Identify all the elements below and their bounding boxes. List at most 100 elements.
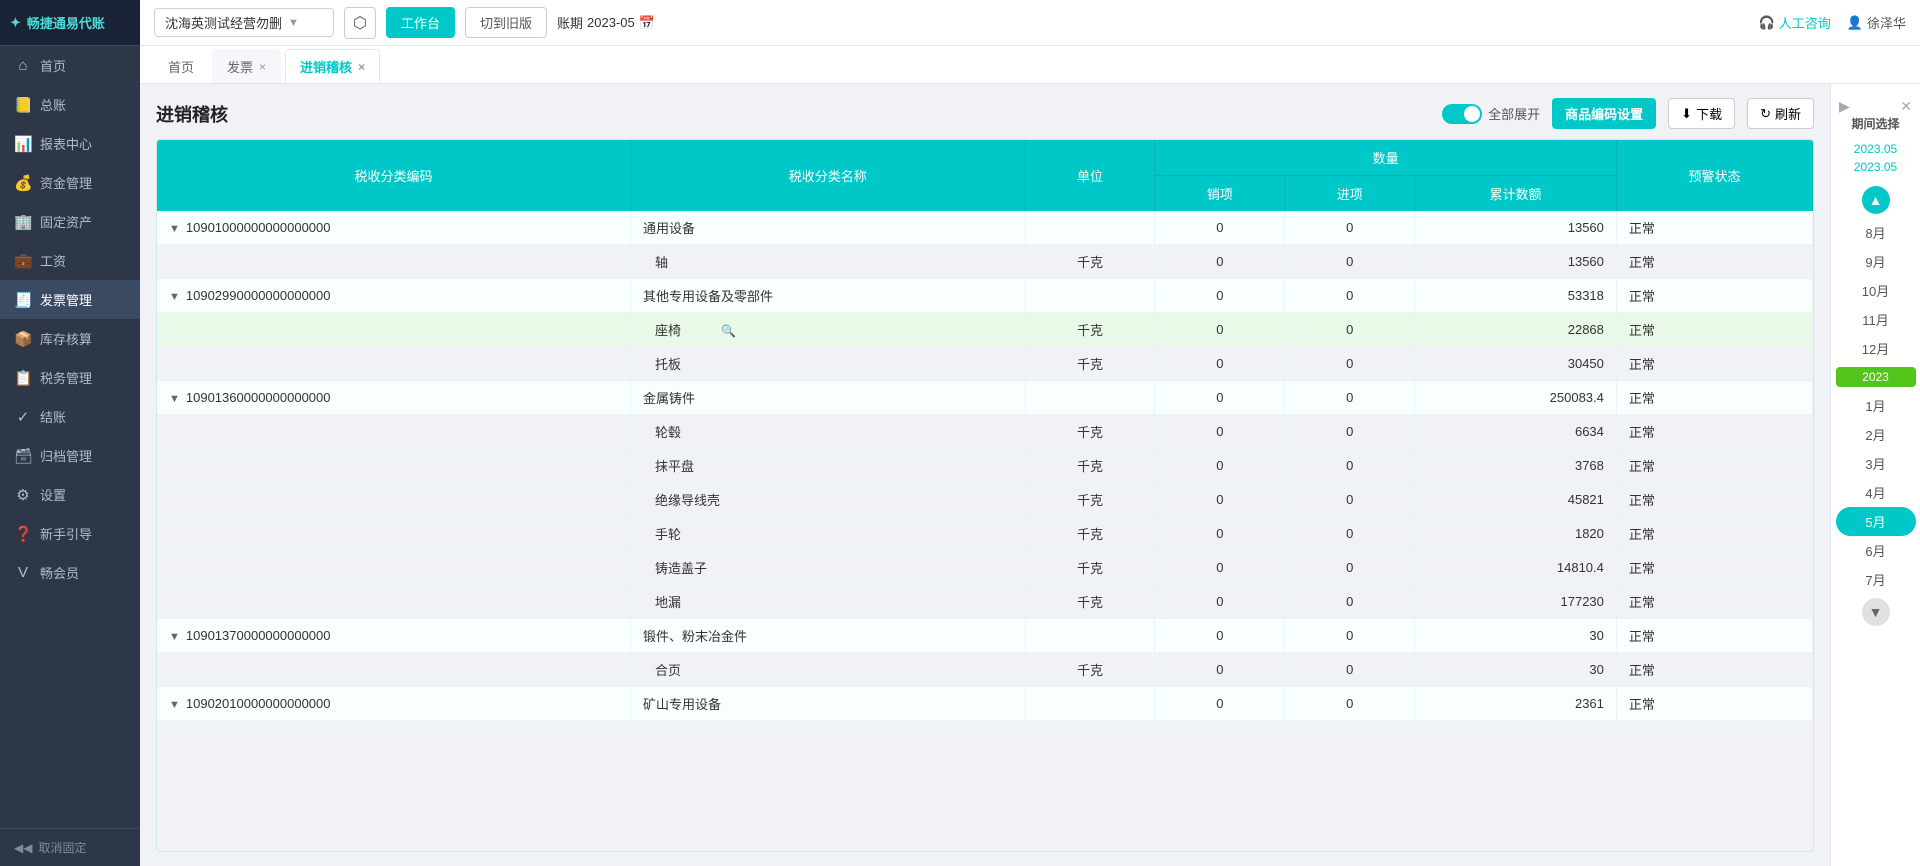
month-item[interactable]: 7月 (1836, 565, 1916, 594)
cell-status: 正常 (1616, 415, 1812, 449)
sidebar-item-salary[interactable]: 💼工资 (0, 241, 140, 280)
invoice-tab-close-icon[interactable]: × (259, 60, 266, 74)
sidebar-item-funds[interactable]: 💰资金管理 (0, 163, 140, 202)
sidebar-settlement-label: 结账 (40, 407, 66, 426)
cell-purchase: 0 (1285, 551, 1415, 585)
month-item[interactable]: 1月 (1836, 391, 1916, 420)
sidebar-item-member[interactable]: V 畅会员 (0, 553, 140, 592)
cell-purchase: 0 (1285, 415, 1415, 449)
cell-purchase: 0 (1285, 279, 1415, 313)
panel-collapse-icon[interactable]: ▶ (1839, 98, 1850, 115)
sidebar-item-ledger[interactable]: 📒总账 (0, 85, 140, 124)
scroll-up-button[interactable]: ▲ (1862, 186, 1890, 214)
tab-invoice[interactable]: 发票 × (212, 49, 281, 83)
cell-code (157, 347, 631, 381)
table-row: ▼10901370000000000000 锻件、粉末冶金件 0 0 30 正常 (157, 619, 1813, 653)
customer-service-button[interactable]: 🎧 人工咨询 (1759, 13, 1831, 32)
tab-reconcile[interactable]: 进销稽核 × (285, 49, 380, 83)
tab-home[interactable]: 首页 (154, 50, 208, 83)
cell-sales: 0 (1155, 585, 1285, 619)
cell-sales: 0 (1155, 517, 1285, 551)
sidebar-item-archive[interactable]: 🗃归档管理 (0, 436, 140, 475)
month-item[interactable]: 9月 (1836, 247, 1916, 276)
sidebar-item-home[interactable]: ⌂首页 (0, 46, 140, 85)
month-item[interactable]: 8月 (1836, 218, 1916, 247)
workbench-button[interactable]: 工作台 (386, 7, 455, 38)
cell-code (157, 653, 631, 687)
sidebar-item-settings[interactable]: ⚙设置 (0, 475, 140, 514)
cell-total: 30 (1415, 619, 1617, 653)
cell-unit: 千克 (1025, 483, 1155, 517)
reconcile-tab-close-icon[interactable]: × (358, 60, 365, 74)
refresh-button[interactable]: ↻ 刷新 (1747, 98, 1814, 129)
data-table-wrap: 税收分类编码 税收分类名称 单位 数量 预警状态 销项 进项 累计数额 (156, 139, 1814, 852)
month-item[interactable]: 2月 (1836, 420, 1916, 449)
cell-unit: 千克 (1025, 415, 1155, 449)
sidebar-settings-icon: ⚙ (14, 486, 32, 504)
cell-unit: 千克 (1025, 313, 1155, 347)
year-2023-group: 1月2月3月4月5月6月7月 (1831, 391, 1920, 594)
company-selector[interactable]: 沈海英测试经营勿删 ▼ (154, 8, 334, 37)
sidebar-item-guide[interactable]: ❓新手引导 (0, 514, 140, 553)
table-row: ▼10901360000000000000 金属铸件 0 0 250083.4 … (157, 381, 1813, 415)
sidebar-item-invoice[interactable]: 🧾 发票管理 (0, 280, 140, 319)
cell-total: 30450 (1415, 347, 1617, 381)
panel-close-icon[interactable]: ✕ (1900, 98, 1912, 115)
page-header: 进销稽核 全部展开 商品编码设置 ⬇ 下载 ↻ 刷新 (156, 98, 1814, 129)
month-item[interactable]: 12月 (1836, 334, 1916, 363)
period-label: 账期 (557, 13, 583, 32)
period-selector[interactable]: 账期 2023-05 📅 (557, 13, 655, 32)
year-2022-group: 8月9月10月11月12月 (1831, 218, 1920, 363)
cell-purchase: 0 (1285, 381, 1415, 415)
product-code-settings-button[interactable]: 商品编码设置 (1552, 98, 1656, 129)
cell-name: 座椅🔍 (631, 313, 1026, 347)
sidebar-item-reports[interactable]: 📊报表中心 (0, 124, 140, 163)
month-item[interactable]: 10月 (1836, 276, 1916, 305)
cell-unit: 千克 (1025, 517, 1155, 551)
sidebar-invoice-icon: 🧾 (14, 291, 32, 309)
cell-code: ▼10902990000000000000 (157, 279, 631, 313)
cell-total: 22868 (1415, 313, 1617, 347)
sidebar-item-settlement[interactable]: ✓结账 (0, 397, 140, 436)
month-item[interactable]: 4月 (1836, 478, 1916, 507)
cell-name: 地漏 (631, 585, 1026, 619)
cell-unit: 千克 (1025, 347, 1155, 381)
month-item[interactable]: 11月 (1836, 305, 1916, 334)
cell-purchase: 0 (1285, 517, 1415, 551)
cell-purchase: 0 (1285, 313, 1415, 347)
sidebar-tax-icon: 📋 (14, 369, 32, 387)
expand-toggle[interactable] (1442, 104, 1482, 124)
table-row: 托板 千克 0 0 30450 正常 (157, 347, 1813, 381)
sidebar-unpin-button[interactable]: ◀◀ 取消固定 (0, 828, 140, 866)
cell-total: 30 (1415, 653, 1617, 687)
month-item[interactable]: 3月 (1836, 449, 1916, 478)
cell-code (157, 551, 631, 585)
scroll-down-button[interactable]: ▼ (1862, 598, 1890, 626)
cell-status: 正常 (1616, 619, 1812, 653)
cell-purchase: 0 (1285, 483, 1415, 517)
switch-version-button[interactable]: 切到旧版 (465, 7, 547, 38)
cell-purchase: 0 (1285, 347, 1415, 381)
save-button[interactable]: ⬡ (344, 7, 376, 39)
sidebar-member-icon: V (14, 564, 32, 581)
sidebar-invoice-label: 发票管理 (40, 290, 92, 309)
cell-status: 正常 (1616, 449, 1812, 483)
sidebar-member-label: 畅会员 (40, 563, 79, 582)
table-row: 轮毂 千克 0 0 6634 正常 (157, 415, 1813, 449)
search-icon[interactable]: 🔍 (721, 324, 736, 338)
sidebar-item-tax[interactable]: 📋税务管理 (0, 358, 140, 397)
download-button[interactable]: ⬇ 下载 (1668, 98, 1735, 129)
cell-total: 3768 (1415, 449, 1617, 483)
month-item[interactable]: 6月 (1836, 536, 1916, 565)
cell-status: 正常 (1616, 347, 1812, 381)
logo-icon: ✦ (10, 15, 21, 31)
cell-name: 金属铸件 (631, 381, 1026, 415)
sidebar-item-inventory[interactable]: 📦库存核算 (0, 319, 140, 358)
user-menu-button[interactable]: 👤 徐泽华 (1847, 13, 1906, 32)
th-quantity: 数量 (1155, 140, 1616, 176)
month-item[interactable]: 5月 (1836, 507, 1916, 536)
cell-status: 正常 (1616, 483, 1812, 517)
sidebar-item-assets[interactable]: 🏢固定资产 (0, 202, 140, 241)
cell-sales: 0 (1155, 687, 1285, 721)
cell-purchase: 0 (1285, 687, 1415, 721)
